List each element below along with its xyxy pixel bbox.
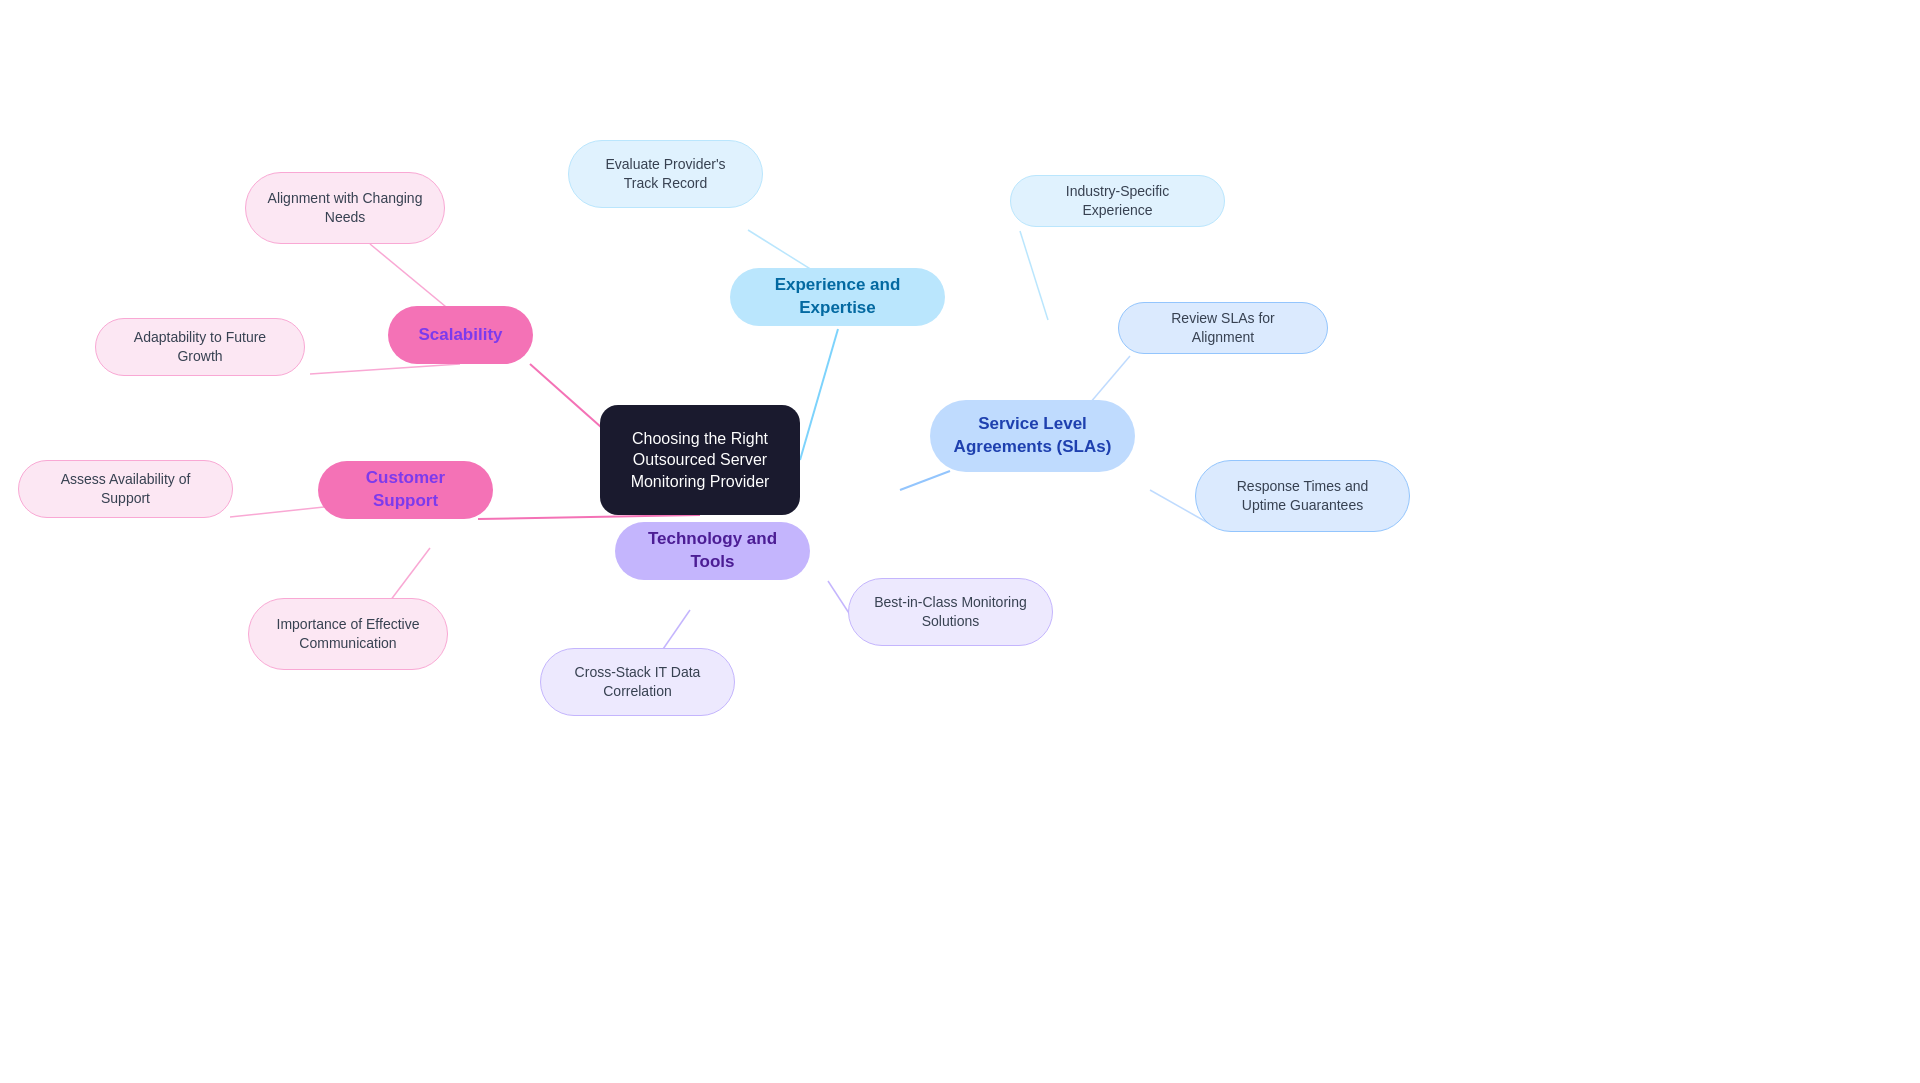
- sla-node: Service Level Agreements (SLAs): [930, 400, 1135, 472]
- alignment-node: Alignment with Changing Needs: [245, 172, 445, 244]
- mindmap-container: Choosing the Right Outsourced Server Mon…: [0, 0, 1920, 1083]
- svg-line-8: [1020, 231, 1048, 320]
- review-sla-node: Review SLAs for Alignment: [1118, 302, 1328, 354]
- cross-stack-node: Cross-Stack IT Data Correlation: [540, 648, 735, 716]
- customer-support-node: Customer Support: [318, 461, 493, 519]
- experience-node: Experience and Expertise: [730, 268, 945, 326]
- center-node: Choosing the Right Outsourced Server Mon…: [600, 405, 800, 515]
- adaptability-node: Adaptability to Future Growth: [95, 318, 305, 376]
- response-times-node: Response Times and Uptime Guarantees: [1195, 460, 1410, 532]
- technology-tools-node: Technology and Tools: [615, 522, 810, 580]
- importance-communication-node: Importance of Effective Communication: [248, 598, 448, 670]
- industry-experience-node: Industry-Specific Experience: [1010, 175, 1225, 227]
- assess-availability-node: Assess Availability of Support: [18, 460, 233, 518]
- svg-line-3: [478, 515, 700, 519]
- svg-line-2: [310, 364, 460, 374]
- best-class-node: Best-in-Class Monitoring Solutions: [848, 578, 1053, 646]
- connections-svg: [0, 0, 1920, 1083]
- scalability-node: Scalability: [388, 306, 533, 364]
- svg-line-9: [900, 471, 950, 490]
- svg-line-6: [800, 329, 838, 460]
- track-record-node: Evaluate Provider's Track Record: [568, 140, 763, 208]
